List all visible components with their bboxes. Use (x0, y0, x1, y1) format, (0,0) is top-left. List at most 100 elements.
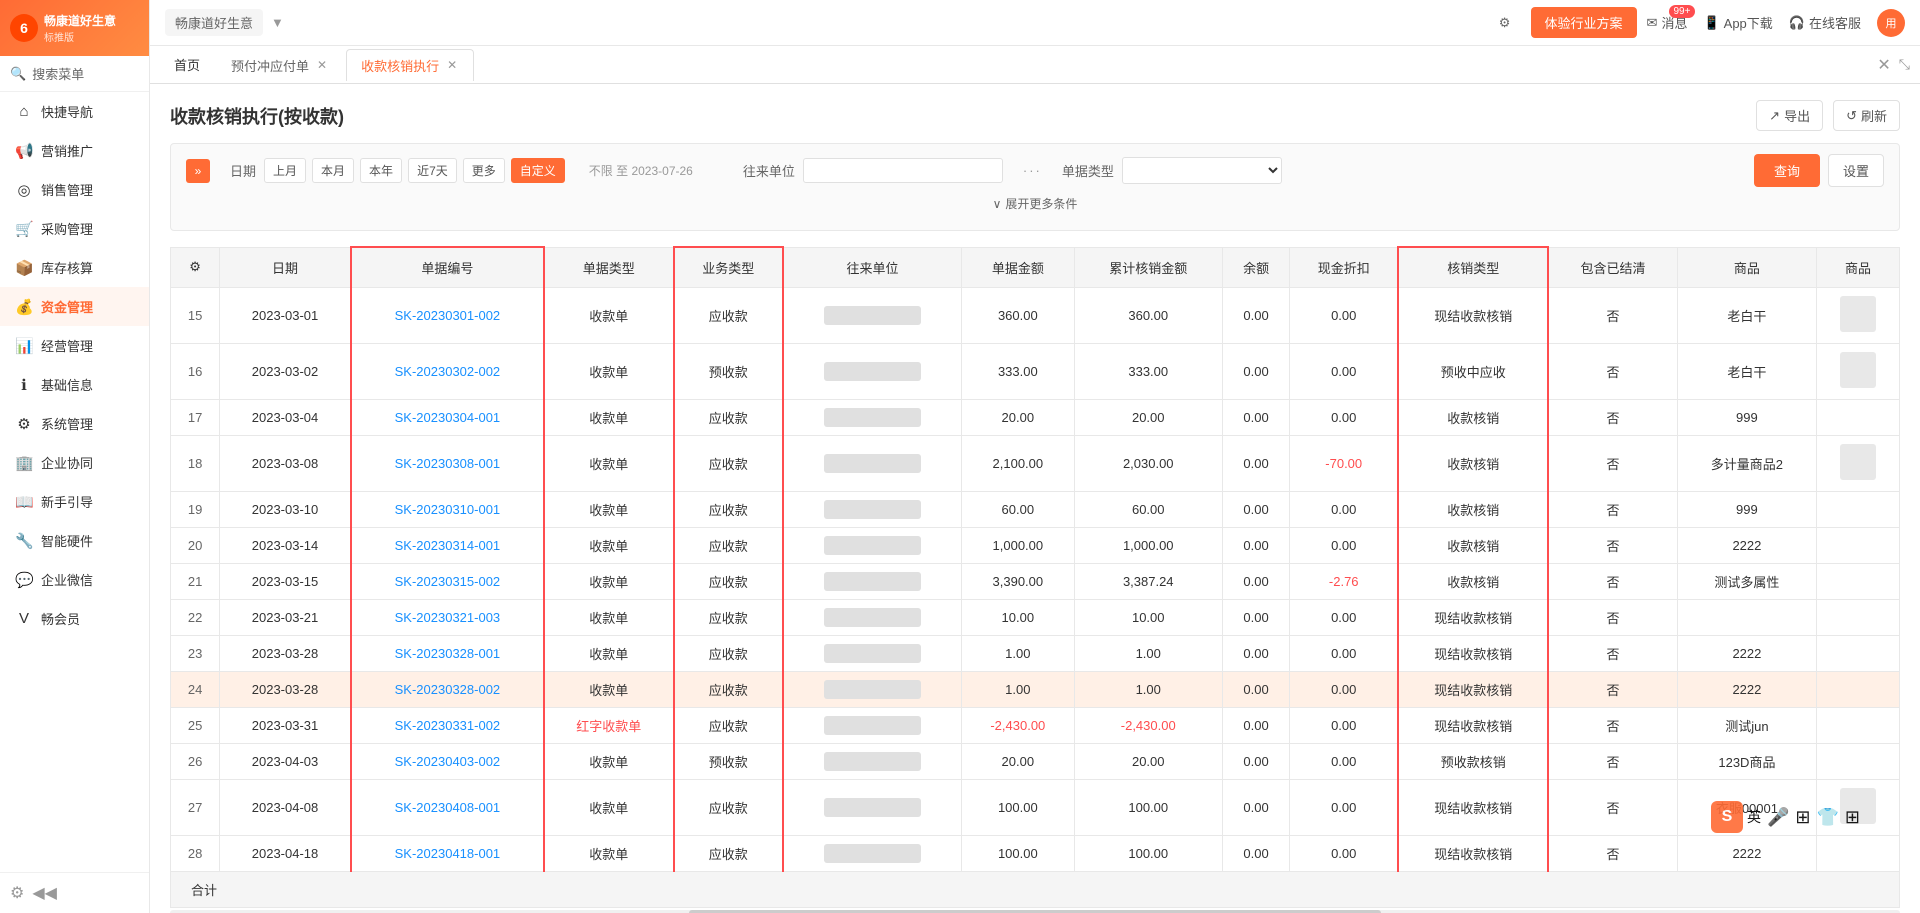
cell-partner: ████ (783, 672, 962, 708)
query-button[interactable]: 查询 (1754, 154, 1820, 187)
sidebar-item-wechat[interactable]: 💬 企业微信 (0, 560, 149, 599)
tab-fullscreen-icon[interactable]: ⤡ (1899, 56, 1910, 73)
doc-num-link[interactable]: SK-20230301-002 (395, 308, 501, 323)
doc-num-link[interactable]: SK-20230408-001 (395, 800, 501, 815)
th-goods[interactable]: 商品 (1677, 247, 1816, 288)
cell-cash-discount: 0.00 (1290, 780, 1399, 836)
cell-cash-discount: -70.00 (1290, 436, 1399, 492)
sidebar-item-guide[interactable]: 📖 新手引导 (0, 482, 149, 521)
th-biz-type[interactable]: 业务类型 (674, 247, 783, 288)
cell-writeoff-amount: -2,430.00 (1074, 708, 1222, 744)
doc-num-link[interactable]: SK-20230302-002 (395, 364, 501, 379)
messages-button[interactable]: ✉ 消息 99+ (1647, 13, 1688, 32)
cell-writeoff-amount: 20.00 (1074, 400, 1222, 436)
tab-payable-close[interactable]: ✕ (315, 56, 329, 74)
doc-num-link[interactable]: SK-20230308-001 (395, 456, 501, 471)
sidebar-item-inventory[interactable]: 📦 库存核算 (0, 248, 149, 287)
cell-doc-num: SK-20230314-001 (351, 528, 544, 564)
filter-doc-type-select[interactable] (1122, 157, 1282, 184)
filter-date-custom[interactable]: 自定义 (511, 158, 565, 183)
th-writeoff-amount[interactable]: 累计核销金额 (1074, 247, 1222, 288)
doc-num-link[interactable]: SK-20230328-002 (395, 682, 501, 697)
sidebar-item-operations[interactable]: 📊 经营管理 (0, 326, 149, 365)
cell-biz-type: 应收款 (674, 288, 783, 344)
cell-writeoff-amount: 1.00 (1074, 636, 1222, 672)
th-doc-num[interactable]: 单据编号 (351, 247, 544, 288)
cell-goods: 2222 (1677, 836, 1816, 872)
online-support-button[interactable]: 🎧 在线客服 (1789, 13, 1861, 32)
export-button[interactable]: ↗ 导出 (1756, 100, 1823, 131)
bottom-settings-icon[interactable]: ⚙ (10, 883, 24, 903)
doc-num-link[interactable]: SK-20230310-001 (395, 502, 501, 517)
doc-num-link[interactable]: SK-20230315-002 (395, 574, 501, 589)
sidebar-item-purchase[interactable]: 🛒 采购管理 (0, 209, 149, 248)
doc-num-link[interactable]: SK-20230403-002 (395, 754, 501, 769)
th-goods-img[interactable]: 商品 (1817, 247, 1900, 288)
doc-num-link[interactable]: SK-20230314-001 (395, 538, 501, 553)
th-writeoff-type[interactable]: 核销类型 (1398, 247, 1548, 288)
cell-balance: 0.00 (1222, 836, 1289, 872)
filter-date-this-year[interactable]: 本年 (360, 158, 402, 183)
filter-actions: 查询 设置 (1754, 154, 1884, 187)
table-row: 22 2023-03-21 SK-20230321-003 收款单 应收款 ██… (171, 600, 1900, 636)
refresh-button[interactable]: ↺ 刷新 (1833, 100, 1900, 131)
sidebar-item-base[interactable]: ℹ 基础信息 (0, 365, 149, 404)
doc-num-link[interactable]: SK-20230321-003 (395, 610, 501, 625)
doc-num-link[interactable]: SK-20230304-001 (395, 410, 501, 425)
th-doc-type[interactable]: 单据类型 (544, 247, 674, 288)
tab-payable[interactable]: 预付冲应付单 ✕ (216, 49, 344, 81)
industry-solution-button[interactable]: 体验行业方案 (1531, 7, 1637, 38)
sidebar-item-system[interactable]: ⚙ 系统管理 (0, 404, 149, 443)
cell-balance: 0.00 (1222, 528, 1289, 564)
filter-date-7days[interactable]: 近7天 (408, 158, 457, 183)
sidebar-item-sales[interactable]: ◎ 销售管理 (0, 170, 149, 209)
table-row: 15 2023-03-01 SK-20230301-002 收款单 应收款 ██… (171, 288, 1900, 344)
tab-collection-close[interactable]: ✕ (445, 56, 459, 74)
th-include-settled[interactable]: 包含已结清 (1548, 247, 1677, 288)
filter-date-last-month[interactable]: 上月 (264, 158, 306, 183)
watermark: S 英 🎤 ⊞ 👕 ⊞ (1711, 801, 1860, 833)
goods-thumbnail (1840, 296, 1876, 332)
sidebar-search[interactable]: 🔍 搜索菜单 (0, 56, 149, 92)
th-cash-discount[interactable]: 现金折扣 (1290, 247, 1399, 288)
workspace-name[interactable]: 畅康道好生意 (165, 9, 263, 36)
app-download-button[interactable]: 📱 App下载 (1703, 13, 1772, 32)
filter-date-this-month[interactable]: 本月 (312, 158, 354, 183)
sidebar-item-enterprise[interactable]: 🏢 企业协同 (0, 443, 149, 482)
filter-partner-input[interactable] (803, 158, 1003, 183)
topbar-settings-icon[interactable]: ⚙ (1489, 7, 1521, 39)
doc-num-link[interactable]: SK-20230418-001 (395, 846, 501, 861)
tab-close-all-icon[interactable]: ✕ (1877, 55, 1890, 75)
th-date[interactable]: 日期 (220, 247, 351, 288)
sidebar-item-finance[interactable]: 💰 资金管理 (0, 287, 149, 326)
th-amount[interactable]: 单据金额 (962, 247, 1074, 288)
th-gear[interactable]: ⚙ (171, 247, 220, 288)
th-balance[interactable]: 余额 (1222, 247, 1289, 288)
cell-include-settled: 否 (1548, 528, 1677, 564)
cell-date: 2023-03-28 (220, 672, 351, 708)
user-avatar[interactable]: 用 (1877, 9, 1905, 37)
cell-amount: 1.00 (962, 636, 1074, 672)
doc-num-link[interactable]: SK-20230328-001 (395, 646, 501, 661)
total-label: 合计 (171, 872, 1900, 908)
tab-home[interactable]: 首页 (160, 49, 214, 80)
collapse-icon[interactable]: ◀◀ (32, 883, 57, 903)
cell-balance: 0.00 (1222, 436, 1289, 492)
filter-date-more[interactable]: 更多 (463, 158, 505, 183)
expand-more-conditions[interactable]: ∨ 展开更多条件 (186, 195, 1884, 212)
sidebar-item-quick-nav[interactable]: ⌂ 快捷导航 (0, 92, 149, 131)
cell-goods: 2222 (1677, 528, 1816, 564)
sidebar-item-member[interactable]: V 畅会员 (0, 599, 149, 638)
sidebar-item-marketing[interactable]: 📢 营销推广 (0, 131, 149, 170)
workspace-dropdown-icon[interactable]: ▼ (271, 15, 284, 30)
tab-collection-writeoff[interactable]: 收款核销执行 ✕ (346, 49, 474, 81)
doc-num-link[interactable]: SK-20230331-002 (395, 718, 501, 733)
cell-doc-type: 收款单 (544, 672, 674, 708)
page-actions: ↗ 导出 ↺ 刷新 (1756, 100, 1900, 131)
sidebar-item-hardware[interactable]: 🔧 智能硬件 (0, 521, 149, 560)
cell-partner: ████ (783, 836, 962, 872)
cell-balance: 0.00 (1222, 672, 1289, 708)
filter-settings-button[interactable]: 设置 (1828, 154, 1884, 187)
filter-expand-button[interactable]: » (186, 159, 210, 183)
th-partner[interactable]: 往来单位 (783, 247, 962, 288)
